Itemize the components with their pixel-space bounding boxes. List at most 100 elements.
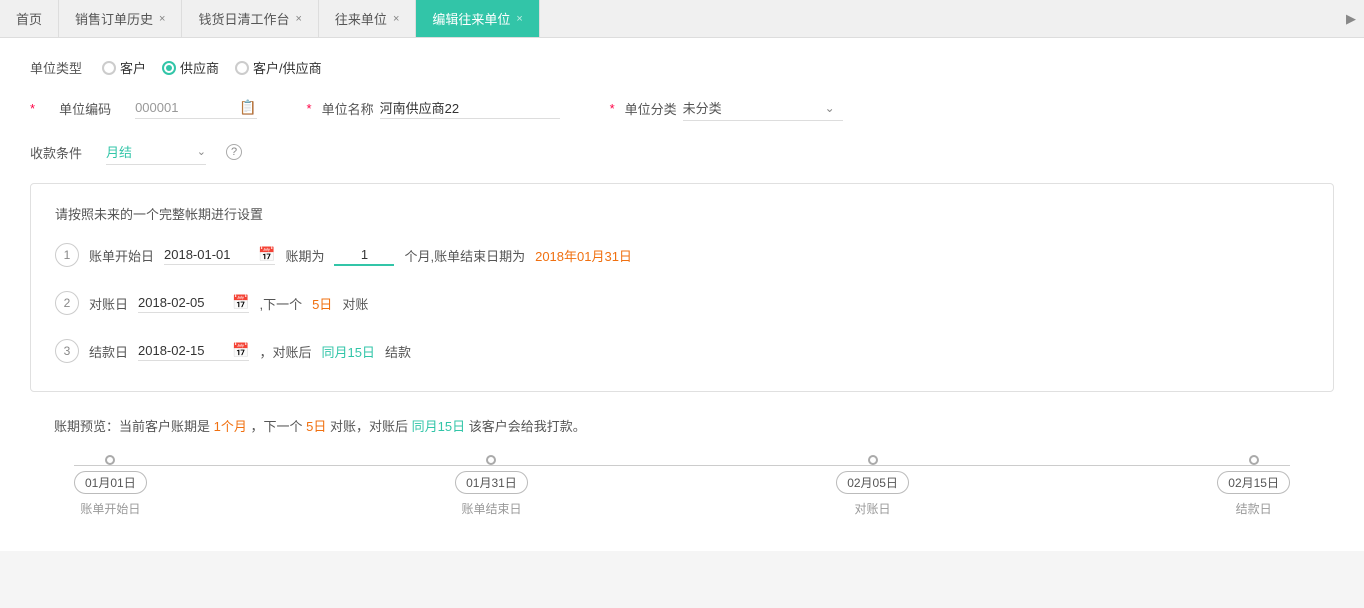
row-2-label: 对账日	[89, 294, 128, 313]
row-3-date-input[interactable]	[138, 341, 228, 360]
preview-text: 账期预览：当前客户账期是 1个月 ，下一个 5日 对账，对账后 同月15日 该客…	[54, 416, 1310, 435]
row-2-cal-icon[interactable]: 📅	[232, 294, 249, 311]
unit-name-input[interactable]	[380, 97, 560, 119]
node-1-label: 01月01日	[74, 471, 147, 494]
setting-row-1: 1 账单开始日 📅 账期为 个月,账单结束日期为 2018年01月31日	[55, 243, 1309, 267]
row-1-date-input[interactable]	[164, 245, 254, 264]
node-4-label: 02月15日	[1217, 471, 1290, 494]
tab-contacts[interactable]: 往来单位 ×	[319, 0, 416, 37]
row-2-suffix-before: ,下一个	[259, 294, 302, 313]
tab-edit-contacts[interactable]: 编辑往来单位 ×	[416, 0, 539, 37]
tab-edit-contacts-label: 编辑往来单位	[432, 9, 510, 28]
tab-cashbook[interactable]: 钱货日清工作台 ×	[182, 0, 318, 37]
unit-code-label: 单位编码	[59, 99, 111, 118]
timeline-node-2: 01月31日 账单结束日	[455, 455, 528, 517]
payment-terms-help[interactable]: ?	[226, 144, 242, 160]
section-title: 请按照未来的一个完整帐期进行设置	[55, 204, 1309, 223]
unit-code-input[interactable]	[135, 97, 235, 118]
preview-middle2: 对账，对账后	[330, 419, 408, 434]
row-1-period-label: 账期为	[285, 246, 324, 265]
timeline-node-4: 02月15日 结款日	[1217, 455, 1290, 517]
unit-info-row: * 单位编码 📋 * 单位名称 * 单位分类 未分类 ⌄	[30, 95, 1334, 121]
payment-terms-arrow: ⌄	[197, 145, 206, 158]
payment-terms-dropdown[interactable]: 月结 ⌄	[106, 139, 206, 165]
radio-supplier-circle	[162, 61, 176, 75]
tab-sales-order-label: 销售订单历史	[75, 9, 153, 28]
row-3-suffix-highlight: 同月15日	[321, 342, 374, 361]
row-3-suffix-after: 结款	[385, 342, 411, 361]
row-1-date-wrap: 📅	[164, 245, 275, 265]
radio-both[interactable]: 客户/供应商	[235, 58, 322, 77]
tab-home[interactable]: 首页	[0, 0, 59, 37]
preview-highlight1: 1个月	[214, 419, 247, 434]
unit-name-label: 单位名称	[322, 99, 374, 118]
radio-customer-label: 客户	[120, 58, 146, 77]
row-3-label: 结款日	[89, 342, 128, 361]
preview-highlight2: 5日	[306, 419, 326, 434]
tab-home-label: 首页	[16, 9, 42, 28]
node-1-desc: 账单开始日	[80, 500, 140, 517]
tab-bar: 首页 销售订单历史 × 钱货日清工作台 × 往来单位 × 编辑往来单位 × ▶	[0, 0, 1364, 38]
node-4-desc: 结款日	[1236, 500, 1272, 517]
node-2-desc: 账单结束日	[461, 500, 521, 517]
row-num-1: 1	[55, 243, 79, 267]
node-3-desc: 对账日	[855, 500, 891, 517]
unit-code-field: 📋	[135, 97, 256, 119]
row-2-date-wrap: 📅	[138, 293, 249, 313]
main-content: 单位类型 客户 供应商 客户/供应商 * 单位编码 📋 * 单位名称	[0, 38, 1364, 551]
node-4-dot	[1249, 455, 1259, 465]
node-2-dot	[486, 455, 496, 465]
unit-code-required: *	[30, 101, 35, 116]
radio-both-label: 客户/供应商	[253, 58, 322, 77]
tab-cashbook-close[interactable]: ×	[295, 13, 301, 25]
unit-name-required: *	[307, 101, 312, 116]
setting-row-3: 3 结款日 📅 ，对账后 同月15日 结款	[55, 339, 1309, 363]
row-1-label: 账单开始日	[89, 246, 154, 265]
row-3-cal-icon[interactable]: 📅	[232, 342, 249, 359]
node-1-dot	[105, 455, 115, 465]
row-num-3: 3	[55, 339, 79, 363]
unit-category-select[interactable]: 未分类 ⌄	[683, 95, 843, 121]
row-3-suffix-before: ，对账后	[259, 342, 311, 361]
tab-edit-contacts-close[interactable]: ×	[516, 13, 522, 25]
radio-customer-circle	[102, 61, 116, 75]
radio-supplier-label: 供应商	[180, 58, 219, 77]
preview-highlight3: 同月15日	[412, 419, 465, 434]
timeline: 01月01日 账单开始日 01月31日 账单结束日 02月05日 对账日 02月…	[54, 455, 1310, 517]
row-1-period-input[interactable]	[334, 245, 394, 266]
settings-section: 请按照未来的一个完整帐期进行设置 1 账单开始日 📅 账期为 个月,账单结束日期…	[30, 183, 1334, 392]
preview-section: 账期预览：当前客户账期是 1个月 ，下一个 5日 对账，对账后 同月15日 该客…	[30, 402, 1334, 531]
tab-sales-order-close[interactable]: ×	[159, 13, 165, 25]
unit-category-value: 未分类	[683, 98, 722, 117]
timeline-node-1: 01月01日 账单开始日	[74, 455, 147, 517]
tab-contacts-close[interactable]: ×	[393, 13, 399, 25]
row-3-date-wrap: 📅	[138, 341, 249, 361]
tab-more-arrow[interactable]: ▶	[1338, 0, 1364, 37]
unit-type-row: 单位类型 客户 供应商 客户/供应商	[30, 58, 1334, 77]
row-1-period-end: 2018年01月31日	[535, 246, 632, 265]
payment-terms-row: 收款条件 月结 ⌄ ?	[30, 139, 1334, 165]
row-2-date-input[interactable]	[138, 293, 228, 312]
payment-terms-label: 收款条件	[30, 143, 82, 162]
row-num-2: 2	[55, 291, 79, 315]
tab-sales-order[interactable]: 销售订单历史 ×	[59, 0, 182, 37]
unit-category-arrow: ⌄	[825, 101, 835, 115]
row-1-period-unit: 个月,账单结束日期为	[404, 246, 525, 265]
node-3-label: 02月05日	[836, 471, 909, 494]
preview-suffix: 该客户会给我打款。	[469, 419, 586, 434]
timeline-nodes: 01月01日 账单开始日 01月31日 账单结束日 02月05日 对账日 02月…	[74, 455, 1290, 517]
tab-contacts-label: 往来单位	[335, 9, 387, 28]
preview-middle1: ，下一个	[251, 419, 303, 434]
radio-supplier[interactable]: 供应商	[162, 58, 219, 77]
radio-customer[interactable]: 客户	[102, 58, 146, 77]
timeline-node-3: 02月05日 对账日	[836, 455, 909, 517]
unit-category-required: *	[610, 101, 615, 116]
preview-prefix: 账期预览：当前客户账期是	[54, 419, 210, 434]
row-2-suffix-after: 对账	[342, 294, 368, 313]
row-1-cal-icon[interactable]: 📅	[258, 246, 275, 263]
unit-code-icon[interactable]: 📋	[239, 99, 256, 116]
unit-type-radio-group: 客户 供应商 客户/供应商	[102, 58, 322, 77]
unit-type-label: 单位类型	[30, 58, 82, 77]
tab-cashbook-label: 钱货日清工作台	[198, 9, 289, 28]
node-2-label: 01月31日	[455, 471, 528, 494]
